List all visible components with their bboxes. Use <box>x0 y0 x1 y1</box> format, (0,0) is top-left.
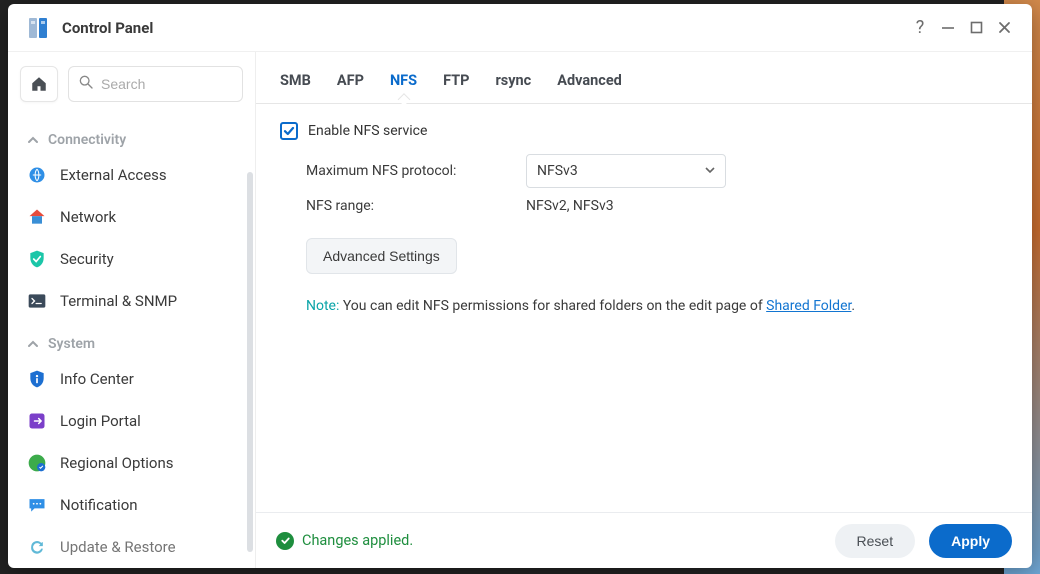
max-proto-select[interactable]: NFSv3 <box>526 154 726 188</box>
globe-arrow-icon <box>26 164 48 186</box>
regional-icon <box>26 452 48 474</box>
reset-button[interactable]: Reset <box>835 524 916 558</box>
sidebar-item-external-access[interactable]: External Access <box>8 154 255 196</box>
sidebar-group-connectivity[interactable]: Connectivity <box>8 118 255 154</box>
sidebar-item-login-portal[interactable]: Login Portal <box>8 400 255 442</box>
max-proto-value: NFSv3 <box>537 163 578 179</box>
main: SMB AFP NFS FTP rsync Advanced Enable NF… <box>256 52 1032 568</box>
sidebar-item-label: Login Portal <box>60 412 141 430</box>
minimize-button[interactable] <box>934 14 962 42</box>
sidebar-item-info-center[interactable]: Info Center <box>8 358 255 400</box>
advanced-settings-button[interactable]: Advanced Settings <box>306 238 457 274</box>
sidebar-item-label: Network <box>60 208 116 226</box>
sidebar-item-notification[interactable]: Notification <box>8 484 255 526</box>
window: Control Panel ? <box>8 4 1032 568</box>
check-icon <box>283 125 295 137</box>
shared-folder-link[interactable]: Shared Folder <box>766 298 851 314</box>
search-input[interactable] <box>68 66 243 102</box>
sidebar-item-label: Regional Options <box>60 454 174 472</box>
sidebar-scrollbar[interactable] <box>247 172 253 552</box>
sidebar-item-terminal-snmp[interactable]: Terminal & SNMP <box>8 280 255 322</box>
tabs: SMB AFP NFS FTP rsync Advanced <box>256 52 1032 104</box>
login-portal-icon <box>26 410 48 432</box>
terminal-icon <box>26 290 48 312</box>
tab-smb[interactable]: SMB <box>280 72 311 103</box>
nfs-range-label: NFS range: <box>306 198 526 214</box>
sidebar-item-label: Security <box>60 250 114 268</box>
status: Changes applied. <box>276 532 413 550</box>
home-button[interactable] <box>20 66 58 102</box>
search-icon <box>78 74 94 94</box>
home-icon <box>30 75 48 93</box>
note-text: Note: You can edit NFS permissions for s… <box>306 296 1008 317</box>
note-label: Note: <box>306 298 339 314</box>
tab-ftp[interactable]: FTP <box>443 72 469 103</box>
nfs-range-value: NFSv2, NFSv3 <box>526 198 614 214</box>
titlebar: Control Panel ? <box>8 4 1032 52</box>
app-icon <box>24 14 52 42</box>
sidebar-item-label: Terminal & SNMP <box>60 292 177 310</box>
sidebar-group-label: Connectivity <box>48 132 126 148</box>
maximize-button[interactable] <box>962 14 990 42</box>
tab-afp[interactable]: AFP <box>337 72 364 103</box>
close-button[interactable] <box>990 14 1018 42</box>
sidebar-group-system[interactable]: System <box>8 322 255 358</box>
enable-nfs-label: Enable NFS service <box>308 123 427 139</box>
chat-icon <box>26 494 48 516</box>
max-proto-label: Maximum NFS protocol: <box>306 163 526 179</box>
apply-button[interactable]: Apply <box>929 524 1012 558</box>
chevron-up-icon <box>26 133 40 147</box>
tab-panel-nfs: Enable NFS service Maximum NFS protocol:… <box>256 104 1032 512</box>
tab-rsync[interactable]: rsync <box>496 72 532 103</box>
sidebar-item-label: Notification <box>60 496 138 514</box>
chevron-down-icon <box>705 163 715 179</box>
sidebar-item-update-restore[interactable]: Update & Restore <box>8 526 255 568</box>
sidebar-item-network[interactable]: Network <box>8 196 255 238</box>
info-icon <box>26 368 48 390</box>
window-title: Control Panel <box>62 19 153 37</box>
network-icon <box>26 206 48 228</box>
enable-nfs-checkbox[interactable] <box>280 122 298 140</box>
tab-advanced[interactable]: Advanced <box>557 72 622 103</box>
tab-nfs[interactable]: NFS <box>390 72 417 103</box>
footer: Changes applied. Reset Apply <box>256 512 1032 568</box>
update-icon <box>26 536 48 558</box>
sidebar-item-regional-options[interactable]: Regional Options <box>8 442 255 484</box>
chevron-up-icon <box>26 337 40 351</box>
sidebar-item-label: External Access <box>60 166 167 184</box>
sidebar-item-security[interactable]: Security <box>8 238 255 280</box>
help-button[interactable]: ? <box>906 14 934 42</box>
sidebar: Connectivity External Access Network Sec… <box>8 52 256 568</box>
status-text: Changes applied. <box>302 532 413 549</box>
success-icon <box>276 532 294 550</box>
shield-icon <box>26 248 48 270</box>
sidebar-item-label: Info Center <box>60 370 134 388</box>
sidebar-item-label: Update & Restore <box>60 538 176 556</box>
sidebar-group-label: System <box>48 336 95 352</box>
